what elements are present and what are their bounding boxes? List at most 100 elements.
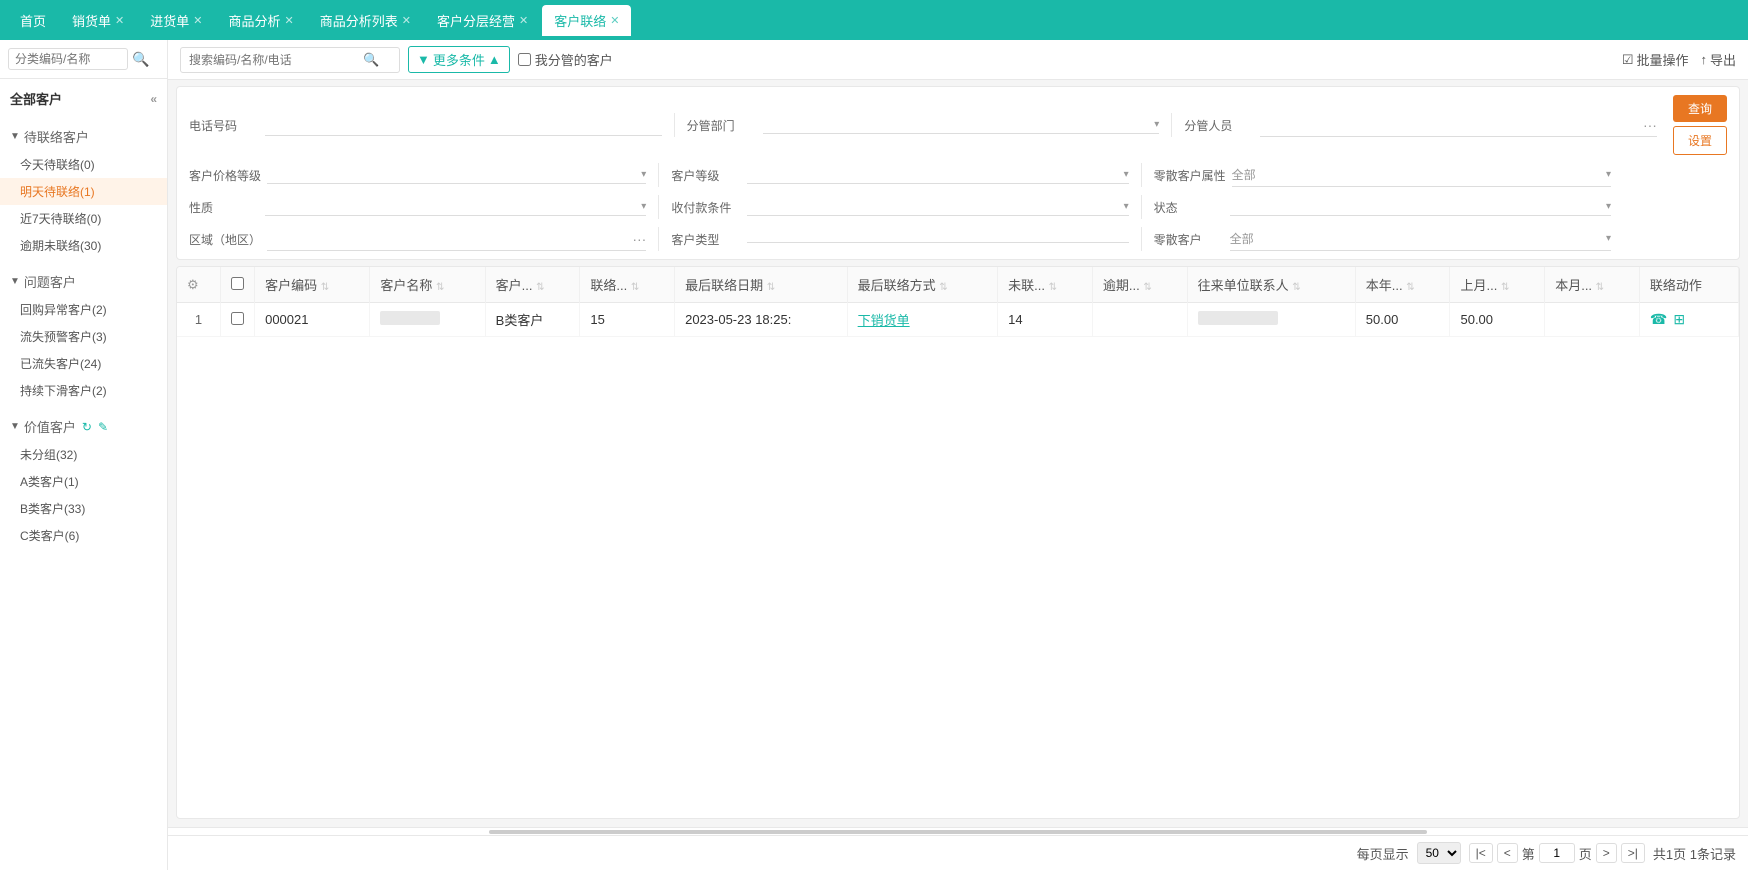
sidebar-item-ungrouped[interactable]: 未分组(32) [0, 441, 167, 468]
nav-customer-tiering[interactable]: 客户分层经营 ✕ [425, 5, 540, 36]
filter-retail-select[interactable]: 全部 ▾ [1230, 227, 1611, 251]
sidebar-item-churned[interactable]: 已流失客户(24) [0, 350, 167, 377]
filter-status: 状态 ▾ [1154, 198, 1611, 216]
row-checkbox-cell[interactable] [221, 303, 255, 337]
settings-button[interactable]: 设置 [1673, 126, 1727, 155]
row-phone-action-icon[interactable]: ☎ [1650, 311, 1667, 328]
close-purchase-order-icon[interactable]: ✕ [193, 14, 202, 27]
table-header-code[interactable]: 客户编码 ⇅ [255, 267, 370, 303]
main-search-box[interactable]: 🔍 [180, 47, 400, 73]
filter-retail-attr-select[interactable]: 全部 ▾ [1232, 163, 1611, 187]
sidebar-all-customers-title[interactable]: 全部客户 « [0, 83, 167, 114]
sidebar-item-repurchase-abnormal[interactable]: 回购异常客户(2) [0, 296, 167, 323]
sidebar-item-declining[interactable]: 持续下滑客户(2) [0, 377, 167, 404]
top-navigation: 首页 销货单 ✕ 进货单 ✕ 商品分析 ✕ 商品分析列表 ✕ 客户分层经营 ✕ … [0, 0, 1748, 40]
nav-product-analysis-list[interactable]: 商品分析列表 ✕ [308, 5, 423, 36]
row-last-method[interactable]: 下销货单 [847, 303, 998, 337]
retail-attr-arrow-icon: ▾ [1606, 169, 1611, 180]
nav-customer-contact[interactable]: 客户联络 ✕ [542, 5, 631, 36]
sidebar-item-7days-contact[interactable]: 近7天待联络(0) [0, 205, 167, 232]
filter-price-level-select[interactable]: ▾ [267, 166, 646, 184]
filter-person-dots-icon[interactable]: ··· [1643, 117, 1657, 133]
value-group-edit-icon[interactable]: ✎ [98, 420, 108, 434]
main-search-icon[interactable]: 🔍 [363, 52, 379, 68]
close-product-list-icon[interactable]: ✕ [402, 14, 411, 27]
row-this-month [1545, 303, 1640, 337]
first-page-button[interactable]: |< [1469, 843, 1493, 863]
table-header-name[interactable]: 客户名称 ⇅ [370, 267, 485, 303]
page-number-input[interactable] [1539, 843, 1575, 863]
sidebar-search-input[interactable] [8, 48, 128, 70]
close-product-analysis-icon[interactable]: ✕ [285, 14, 294, 27]
filter-phone-label: 电话号码 [189, 117, 259, 134]
table-settings-column-header[interactable]: ⚙ [177, 267, 221, 303]
filter-customer-level-select[interactable]: ▾ [747, 166, 1128, 184]
row-code: 000021 [255, 303, 370, 337]
filter-customer-type-label: 客户类型 [671, 231, 741, 248]
table-checkbox-column-header[interactable] [221, 267, 255, 303]
my-customers-checkbox-label[interactable]: 我分管的客户 [518, 50, 613, 69]
table-header-this-year: 本年... ⇅ [1355, 267, 1450, 303]
total-records-label: 共1页 1条记录 [1653, 844, 1736, 863]
batch-operation-button[interactable]: ☑ 批量操作 [1622, 50, 1689, 69]
table-header-type: 客户... ⇅ [485, 267, 580, 303]
row-last-month: 50.00 [1450, 303, 1545, 337]
filter-person-select[interactable]: ··· [1260, 114, 1657, 137]
filter-phone: 电话号码 [189, 115, 662, 136]
filter-divider-4 [1141, 163, 1142, 187]
sidebar-item-tomorrow-contact[interactable]: 明天待联络(1) [0, 178, 167, 205]
region-dots-icon[interactable]: ··· [632, 231, 646, 247]
row-last-method-link[interactable]: 下销货单 [858, 313, 910, 328]
filter-divider-1 [674, 113, 675, 137]
value-group-refresh-icon[interactable]: ↻ [82, 420, 92, 434]
more-filters-button[interactable]: ▼ 更多条件 ▲ [408, 46, 510, 73]
filter-action-buttons: 查询 设置 [1673, 95, 1727, 155]
horizontal-scrollbar-thumb[interactable] [489, 830, 1427, 834]
table-header-last-method: 最后联络方式 ⇅ [847, 267, 998, 303]
sidebar-item-overdue-contact[interactable]: 逾期未联络(30) [0, 232, 167, 259]
page-size-select[interactable]: 50 [1417, 842, 1461, 864]
filter-payment-select[interactable]: ▾ [747, 198, 1128, 216]
sidebar-group-value-title[interactable]: ▼ 价值客户 ↻ ✎ [0, 412, 167, 441]
row-action: ☎ ⊞ [1639, 303, 1738, 337]
filter-retail-attr-label: 零散客户属性 [1154, 167, 1226, 184]
export-button[interactable]: ↑ 导出 [1700, 50, 1736, 69]
sidebar-item-class-b[interactable]: B类客户(33) [0, 495, 167, 522]
filter-dept-select[interactable]: ▾ [763, 116, 1160, 134]
nav-purchase-order[interactable]: 进货单 ✕ [138, 5, 214, 36]
nav-home[interactable]: 首页 [8, 5, 58, 36]
filter-row-2: 客户价格等级 ▾ 客户等级 ▾ 零散客户属性 [189, 163, 1727, 187]
close-sales-order-icon[interactable]: ✕ [115, 14, 124, 27]
close-customer-tiering-icon[interactable]: ✕ [519, 14, 528, 27]
filter-status-select[interactable]: ▾ [1230, 198, 1611, 216]
select-all-checkbox[interactable] [231, 277, 244, 290]
sidebar-group-problem-title[interactable]: ▼ 问题客户 [0, 267, 167, 296]
customer-table: ⚙ 客户编码 ⇅ 客户名称 ⇅ 客户... ⇅ 联络... ⇅ 最后联络日期 ⇅… [177, 267, 1739, 337]
filter-region-select[interactable]: ··· [267, 228, 646, 251]
query-button[interactable]: 查询 [1673, 95, 1727, 122]
sidebar-item-class-a[interactable]: A类客户(1) [0, 468, 167, 495]
row-overdue [1092, 303, 1187, 337]
close-customer-contact-icon[interactable]: ✕ [610, 14, 619, 27]
next-page-button[interactable]: > [1596, 843, 1617, 863]
nav-product-analysis[interactable]: 商品分析 ✕ [216, 5, 305, 36]
sidebar-item-churn-warning[interactable]: 流失预警客户(3) [0, 323, 167, 350]
customer-level-arrow-icon: ▾ [1124, 169, 1129, 180]
filter-phone-input[interactable] [265, 115, 662, 136]
prev-page-button[interactable]: < [1497, 843, 1518, 863]
row-grid-action-icon[interactable]: ⊞ [1673, 311, 1685, 328]
nav-sales-order[interactable]: 销货单 ✕ [60, 5, 136, 36]
filter-nature-select[interactable]: ▾ [265, 198, 646, 216]
last-page-button[interactable]: >| [1621, 843, 1645, 863]
filter-customer-type-select[interactable] [747, 236, 1128, 243]
sidebar-item-class-c[interactable]: C类客户(6) [0, 522, 167, 549]
filter-row-3: 性质 ▾ 收付款条件 ▾ 状态 [189, 195, 1727, 219]
sidebar-search-icon[interactable]: 🔍 [132, 51, 149, 68]
my-customers-checkbox[interactable] [518, 53, 531, 66]
main-search-input[interactable] [189, 53, 359, 67]
row-checkbox[interactable] [231, 312, 244, 325]
table-header-contact-count: 联络... ⇅ [580, 267, 675, 303]
sidebar-group-pending-title[interactable]: ▼ 待联络客户 [0, 122, 167, 151]
sidebar-collapse-icon[interactable]: « [150, 92, 157, 106]
sidebar-item-today-contact[interactable]: 今天待联络(0) [0, 151, 167, 178]
